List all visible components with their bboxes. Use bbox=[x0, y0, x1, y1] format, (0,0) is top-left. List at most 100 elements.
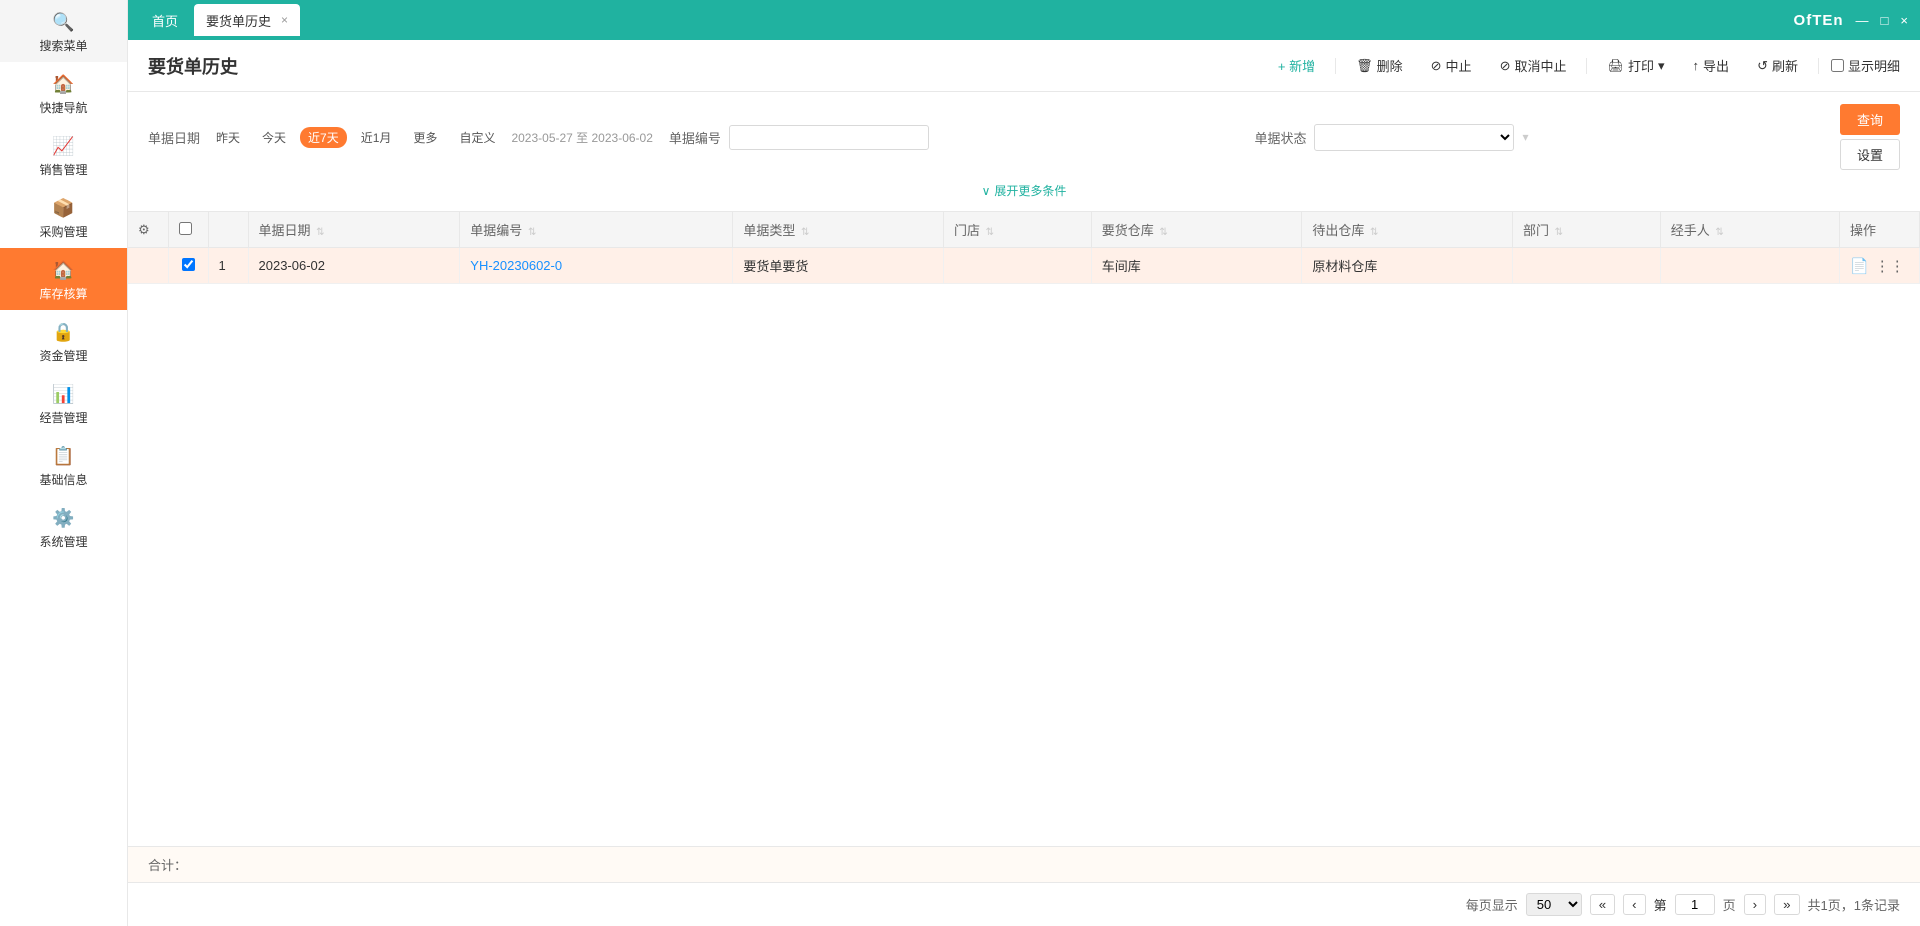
toolbar-divider-2 bbox=[1586, 58, 1587, 74]
system-icon: ⚙️ bbox=[52, 508, 74, 529]
basic-info-icon: 📋 bbox=[52, 446, 74, 467]
row-checkbox[interactable] bbox=[182, 258, 195, 271]
sidebar-item-operations[interactable]: 📊 经营管理 bbox=[0, 372, 127, 434]
action-buttons: 查询 设置 bbox=[1840, 104, 1900, 170]
col-handler[interactable]: 经手人 ⇅ bbox=[1660, 212, 1839, 248]
sort-billno-icon: ⇅ bbox=[528, 227, 536, 238]
quick-nav-icon: 🏠 bbox=[52, 74, 74, 95]
col-bill-type[interactable]: 单据类型 ⇅ bbox=[733, 212, 944, 248]
sidebar-item-quick-nav[interactable]: 🏠 快捷导航 bbox=[0, 62, 127, 124]
expand-more-btn[interactable]: ∨ 展开更多条件 bbox=[148, 178, 1900, 203]
sidebar-item-search[interactable]: 🔍 搜索菜单 bbox=[0, 0, 127, 62]
cell-pending-warehouse: 原材料仓库 bbox=[1302, 248, 1513, 284]
status-dropdown-icon: ▾ bbox=[1522, 130, 1528, 144]
sort-dept-icon: ⇅ bbox=[1555, 227, 1563, 238]
pagination: 每页显示 50 10 20 100 « ‹ 第 页 › » 共1页，1条记录 bbox=[128, 882, 1920, 926]
sort-handler-icon: ⇅ bbox=[1715, 227, 1723, 238]
col-dept[interactable]: 部门 ⇅ bbox=[1513, 212, 1661, 248]
query-button[interactable]: 查询 bbox=[1840, 104, 1900, 135]
prev-page-button[interactable]: ‹ bbox=[1623, 894, 1645, 915]
toolbar: + 新增 🗑 删除 ⊘ 中止 ⊘ 取消中止 🖨 打印 ▾ ↑ 导出 bbox=[1270, 52, 1900, 79]
export-button[interactable]: ↑ 导出 bbox=[1685, 52, 1738, 79]
bill-no-input[interactable] bbox=[729, 125, 929, 150]
sidebar-item-finance[interactable]: 🔒 资金管理 bbox=[0, 310, 127, 372]
status-select[interactable] bbox=[1314, 124, 1514, 151]
cell-settings bbox=[128, 248, 168, 284]
cell-bill-type: 要货单要货 bbox=[733, 248, 944, 284]
date-filter-more[interactable]: 更多 bbox=[405, 127, 445, 148]
col-store[interactable]: 门店 ⇅ bbox=[943, 212, 1091, 248]
operations-icon: 📊 bbox=[52, 384, 74, 405]
col-req-warehouse[interactable]: 要货仓库 ⇅ bbox=[1091, 212, 1302, 248]
sort-store-icon: ⇅ bbox=[986, 227, 994, 238]
delete-button[interactable]: 🗑 删除 bbox=[1348, 52, 1411, 79]
stop-button[interactable]: ⊘ 中止 bbox=[1423, 52, 1480, 79]
last-page-button[interactable]: » bbox=[1774, 894, 1799, 915]
sidebar-item-sales[interactable]: 📈 销售管理 bbox=[0, 124, 127, 186]
date-filter-7days[interactable]: 近7天 bbox=[300, 127, 347, 148]
sidebar-item-system[interactable]: ⚙️ 系统管理 bbox=[0, 496, 127, 558]
sidebar-item-purchase[interactable]: 📦 采购管理 bbox=[0, 186, 127, 248]
cell-bill-no[interactable]: YH-20230602-0 bbox=[460, 248, 733, 284]
col-date[interactable]: 单据日期 ⇅ bbox=[248, 212, 460, 248]
sum-label: 合计： bbox=[148, 855, 187, 874]
table-area: ⚙ 单据日期 ⇅ 单据编号 ⇅ 单据类型 ⇅ bbox=[128, 212, 1920, 846]
page-go-label: 第 bbox=[1654, 895, 1667, 914]
date-filter-today[interactable]: 今天 bbox=[254, 127, 294, 148]
sidebar-item-basic-info[interactable]: 📋 基础信息 bbox=[0, 434, 127, 496]
show-detail-checkbox[interactable] bbox=[1831, 59, 1844, 72]
refresh-button[interactable]: ↺ 刷新 bbox=[1749, 52, 1806, 79]
per-page-select[interactable]: 50 10 20 100 bbox=[1526, 893, 1582, 916]
window-minimize-icon[interactable]: — bbox=[1856, 13, 1869, 28]
cell-date: 2023-06-02 bbox=[248, 248, 460, 284]
close-tab-icon[interactable]: × bbox=[281, 13, 288, 27]
per-page-label: 每页显示 bbox=[1466, 895, 1518, 914]
row-more-icon[interactable]: ⋮⋮ bbox=[1875, 257, 1905, 275]
stop-icon: ⊘ bbox=[1431, 58, 1442, 74]
sidebar-item-inventory[interactable]: 🏠 库存核算 bbox=[0, 248, 127, 310]
col-settings[interactable]: ⚙ bbox=[128, 212, 168, 248]
page-number-input[interactable] bbox=[1675, 894, 1715, 915]
window-close-icon[interactable]: × bbox=[1900, 13, 1908, 28]
date-filter-1month[interactable]: 近1月 bbox=[353, 127, 400, 148]
cell-checkbox bbox=[168, 248, 208, 284]
filter-row-1: 单据日期 昨天 今天 近7天 近1月 更多 自定义 2023-05-27 至 2… bbox=[148, 104, 1900, 170]
col-bill-no[interactable]: 单据编号 ⇅ bbox=[460, 212, 733, 248]
delete-icon: 🗑 bbox=[1356, 58, 1373, 74]
search-menu-icon: 🔍 bbox=[52, 12, 74, 33]
finance-icon: 🔒 bbox=[52, 322, 74, 343]
table-header-row: ⚙ 单据日期 ⇅ 单据编号 ⇅ 单据类型 ⇅ bbox=[128, 212, 1920, 248]
filter-area: 单据日期 昨天 今天 近7天 近1月 更多 自定义 2023-05-27 至 2… bbox=[128, 92, 1920, 212]
date-quick-filters: 昨天 今天 近7天 近1月 更多 自定义 bbox=[208, 127, 503, 148]
cell-dept bbox=[1513, 248, 1661, 284]
status-filter-group: 单据状态 ▾ bbox=[1254, 124, 1824, 151]
row-edit-icon[interactable]: 📄 bbox=[1850, 257, 1869, 275]
tab-active[interactable]: 要货单历史 × bbox=[194, 4, 300, 36]
cancel-stop-button[interactable]: ⊘ 取消中止 bbox=[1492, 52, 1575, 79]
date-filter-label: 单据日期 bbox=[148, 128, 200, 147]
tab-home[interactable]: 首页 bbox=[140, 4, 190, 36]
date-filter-custom[interactable]: 自定义 bbox=[451, 127, 503, 148]
inventory-icon: 🏠 bbox=[52, 260, 74, 281]
toolbar-divider-3 bbox=[1818, 58, 1819, 74]
print-icon: 🖨 bbox=[1607, 58, 1624, 74]
bill-no-filter-group: 单据编号 bbox=[669, 125, 1239, 150]
window-maximize-icon[interactable]: □ bbox=[1881, 13, 1889, 28]
bill-no-label: 单据编号 bbox=[669, 128, 721, 147]
page-title: 要货单历史 bbox=[148, 53, 1270, 79]
date-filter-yesterday[interactable]: 昨天 bbox=[208, 127, 248, 148]
status-label: 单据状态 bbox=[1254, 128, 1306, 147]
footer-sum: 合计： bbox=[128, 846, 1920, 882]
next-page-button[interactable]: › bbox=[1744, 894, 1766, 915]
print-button[interactable]: 🖨 打印 ▾ bbox=[1599, 52, 1672, 79]
main-content: 首页 要货单历史 × OfTEn — □ × 要货单历史 + 新增 🗑 删除 ⊘… bbox=[128, 0, 1920, 926]
col-index bbox=[208, 212, 248, 248]
first-page-button[interactable]: « bbox=[1590, 894, 1615, 915]
settings-button[interactable]: 设置 bbox=[1840, 139, 1900, 170]
col-pending-warehouse[interactable]: 待出仓库 ⇅ bbox=[1302, 212, 1513, 248]
new-button[interactable]: + 新增 bbox=[1270, 52, 1323, 79]
select-all-checkbox[interactable] bbox=[179, 222, 192, 235]
date-filter-group: 单据日期 昨天 今天 近7天 近1月 更多 自定义 2023-05-27 至 2… bbox=[148, 127, 653, 148]
page-unit-label: 页 bbox=[1723, 895, 1736, 914]
cell-req-warehouse: 车间库 bbox=[1091, 248, 1302, 284]
